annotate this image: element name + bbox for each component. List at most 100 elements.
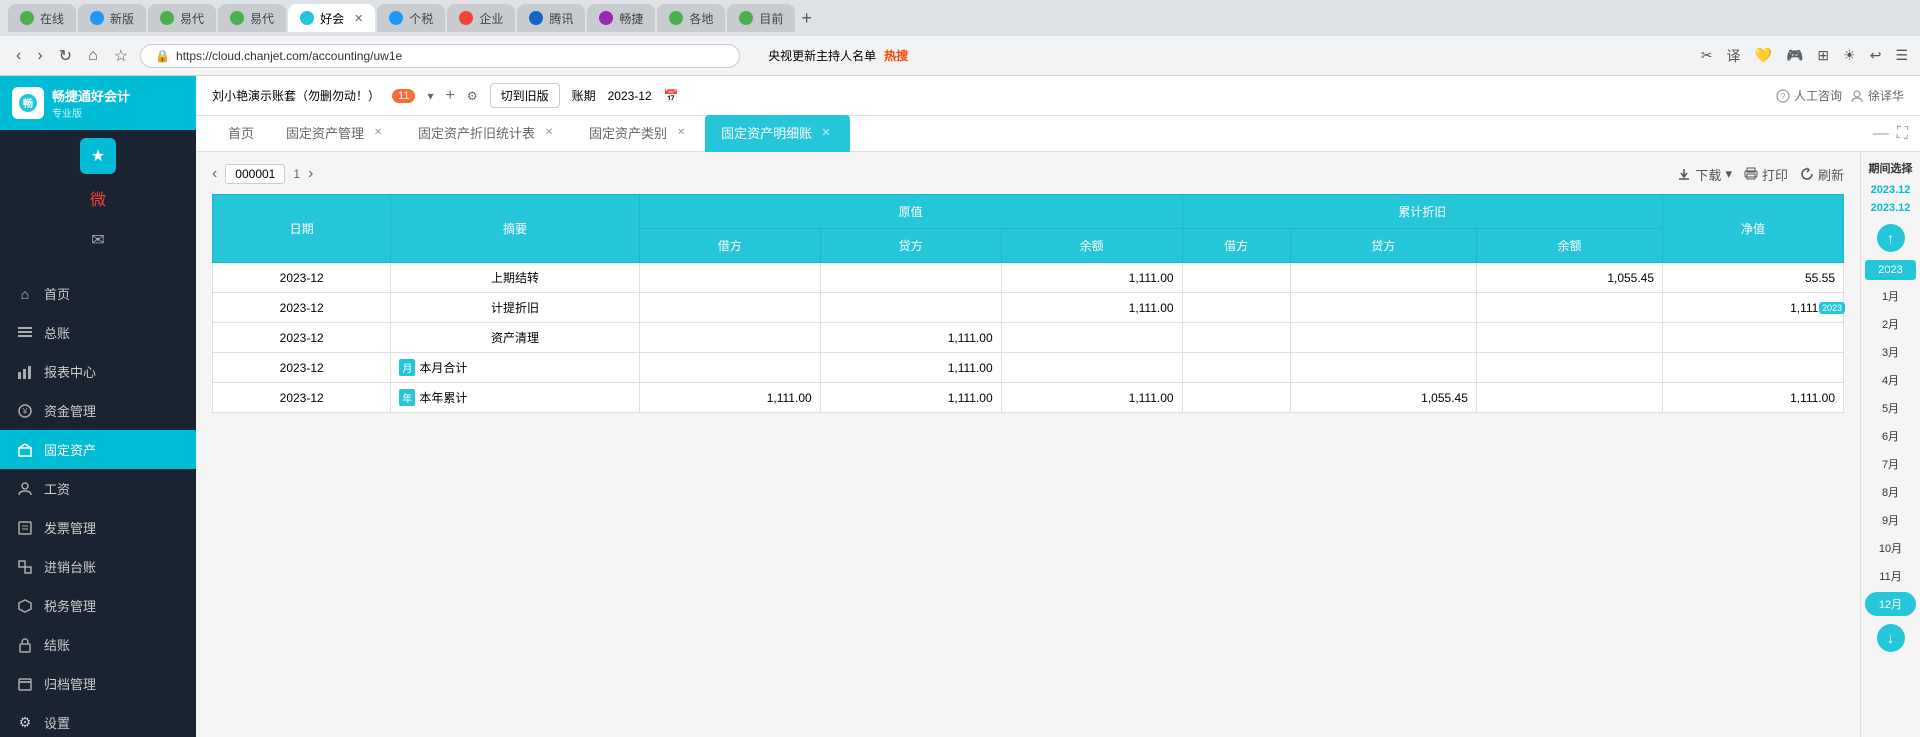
period-month-3[interactable]: 3月	[1865, 340, 1916, 364]
period-month-10[interactable]: 10月	[1865, 536, 1916, 560]
period-date-2[interactable]: 2023.12	[1871, 202, 1911, 214]
sidebar: 畅 畅捷通好会计 专业版 ★ 微 ✉ ⌂ 首页 总账	[0, 76, 196, 737]
refresh-button[interactable]: 刷新	[1800, 165, 1844, 184]
tab-depreciation-stats[interactable]: 固定资产折旧统计表 ✕	[402, 115, 573, 152]
scissors-icon[interactable]: ✂	[1701, 47, 1713, 64]
period-month-7[interactable]: 7月	[1865, 452, 1916, 476]
tab-fixed-asset-mgmt[interactable]: 固定资产管理 ✕	[270, 115, 402, 152]
add-account-button[interactable]: +	[445, 87, 454, 105]
browser-tab-qiye[interactable]: 企业	[447, 4, 515, 32]
print-button[interactable]: 打印	[1744, 165, 1788, 184]
sidebar-item-payroll[interactable]: 工资	[0, 469, 196, 508]
period-month-1[interactable]: 1月	[1865, 284, 1916, 308]
sidebar-item-reports[interactable]: 报表中心	[0, 352, 196, 391]
browser-tab-close-5[interactable]: ✕	[354, 12, 363, 25]
switch-version-button[interactable]: 切到旧版	[490, 83, 560, 108]
period-month-11[interactable]: 11月	[1865, 564, 1916, 588]
tab-asset-ledger-close[interactable]: ✕	[818, 125, 834, 141]
sidebar-item-tax-label: 税务管理	[44, 596, 96, 615]
reload-button[interactable]: ↻	[55, 42, 76, 70]
browser-tab-haohui[interactable]: 好会 ✕	[288, 4, 375, 32]
browser-tab-online[interactable]: 在线	[8, 4, 76, 32]
cell-orig-credit-4: 1,111.00	[820, 353, 1001, 383]
tab-asset-category[interactable]: 固定资产类别 ✕	[573, 115, 705, 152]
tab-home[interactable]: 首页	[212, 115, 270, 152]
quick-icon-mail[interactable]: ✉	[80, 222, 116, 258]
tab-asset-ledger[interactable]: 固定资产明细账 ✕	[705, 115, 850, 152]
browser-tab-tencent[interactable]: 腾讯	[517, 4, 585, 32]
period-month-5[interactable]: 5月	[1865, 396, 1916, 420]
sidebar-item-home[interactable]: ⌂ 首页	[0, 274, 196, 313]
user-button[interactable]: 徐译华	[1850, 87, 1904, 104]
prev-page-button[interactable]: ‹	[212, 165, 217, 183]
menu-icon[interactable]: ☰	[1895, 47, 1908, 64]
forward-button[interactable]: ›	[33, 43, 46, 69]
hot-search-label: 热搜	[884, 47, 908, 64]
browser-tab-yidai1[interactable]: 易代	[148, 4, 216, 32]
sidebar-item-fixed-assets[interactable]: 固定资产	[0, 430, 196, 469]
period-month-12[interactable]: 12月	[1865, 592, 1916, 616]
minimize-icon[interactable]: —	[1873, 125, 1889, 143]
cell-acc-debit-3	[1182, 323, 1290, 353]
undo-icon[interactable]: ↩	[1870, 47, 1882, 64]
translate-icon[interactable]: 译	[1727, 46, 1741, 66]
calendar-icon[interactable]: 📅	[664, 89, 679, 103]
tab-depreciation-stats-label: 固定资产折旧统计表	[418, 123, 535, 142]
browser-tab-geshui[interactable]: 个税	[377, 4, 445, 32]
quick-icon-weibo[interactable]: 微	[80, 180, 116, 216]
logo-icon: 畅	[12, 87, 44, 119]
sidebar-item-archive[interactable]: 归档管理	[0, 664, 196, 703]
period-year-2023[interactable]: 2023	[1865, 260, 1916, 280]
sidebar-item-tax[interactable]: 税务管理	[0, 586, 196, 625]
settings-gear-icon[interactable]: ⚙	[467, 89, 478, 103]
browser-tab-gedi[interactable]: 各地	[657, 4, 725, 32]
browser-tab-new[interactable]: 新版	[78, 4, 146, 32]
sidebar-item-closing[interactable]: 结账	[0, 625, 196, 664]
account-dropdown-icon[interactable]: ▾	[427, 89, 433, 103]
tab-favicon-6	[389, 11, 403, 25]
fund-nav-icon: ¥	[16, 402, 34, 420]
tab-asset-category-close[interactable]: ✕	[673, 125, 689, 141]
sidebar-item-settings[interactable]: ⚙ 设置	[0, 703, 196, 737]
content-area: ‹ 1 › 下载 ▾ 打印	[196, 152, 1920, 737]
tab-favicon-10	[669, 11, 683, 25]
period-month-2[interactable]: 2月	[1865, 312, 1916, 336]
quick-icon-star[interactable]: ★	[80, 138, 116, 174]
home-button[interactable]: ⌂	[84, 43, 102, 69]
browser-tab-changjie[interactable]: 畅捷	[587, 4, 655, 32]
tab-depreciation-stats-close[interactable]: ✕	[541, 125, 557, 141]
bookmark-button[interactable]: ☆	[110, 42, 132, 70]
page-number-input[interactable]	[225, 164, 285, 184]
tab-favicon-1	[20, 11, 34, 25]
new-tab-button[interactable]: +	[801, 8, 812, 29]
sidebar-item-invoice[interactable]: 发票管理	[0, 508, 196, 547]
brightness-icon[interactable]: ☀	[1843, 47, 1856, 64]
maximize-icon[interactable]: ⛶	[1897, 125, 1908, 143]
period-date-1[interactable]: 2023.12	[1871, 184, 1911, 196]
cell-net-value-3	[1663, 323, 1844, 353]
scroll-down-button[interactable]: ↓	[1877, 624, 1905, 652]
sidebar-item-general-ledger[interactable]: 总账	[0, 313, 196, 352]
browser-tab-yidai2[interactable]: 易代	[218, 4, 286, 32]
tab-label-2: 新版	[110, 10, 134, 27]
grid-icon[interactable]: ⊞	[1817, 47, 1829, 64]
period-month-8[interactable]: 8月	[1865, 480, 1916, 504]
address-input[interactable]: 🔒 https://cloud.chanjet.com/accounting/u…	[140, 44, 740, 68]
period-month-9[interactable]: 9月	[1865, 508, 1916, 532]
search-label: 央视更新主持人名单	[768, 47, 876, 64]
browser-tab-muqian[interactable]: 目前	[727, 4, 795, 32]
game-icon[interactable]: 🎮	[1786, 47, 1803, 64]
back-button[interactable]: ‹	[12, 43, 25, 69]
download-button[interactable]: 下载 ▾	[1677, 165, 1732, 184]
support-button[interactable]: ? 人工咨询	[1776, 87, 1842, 104]
sidebar-item-fund[interactable]: ¥ 资金管理	[0, 391, 196, 430]
sidebar-item-purchase-sales[interactable]: 进销台账	[0, 547, 196, 586]
cell-orig-debit-1	[639, 263, 820, 293]
next-page-button[interactable]: ›	[308, 165, 313, 183]
th-acc-balance: 余额	[1476, 229, 1662, 263]
scroll-up-button[interactable]: ↑	[1877, 224, 1905, 252]
wallet-icon[interactable]: 💛	[1755, 47, 1772, 64]
tab-fixed-asset-mgmt-close[interactable]: ✕	[370, 125, 386, 141]
period-month-4[interactable]: 4月	[1865, 368, 1916, 392]
period-month-6[interactable]: 6月	[1865, 424, 1916, 448]
